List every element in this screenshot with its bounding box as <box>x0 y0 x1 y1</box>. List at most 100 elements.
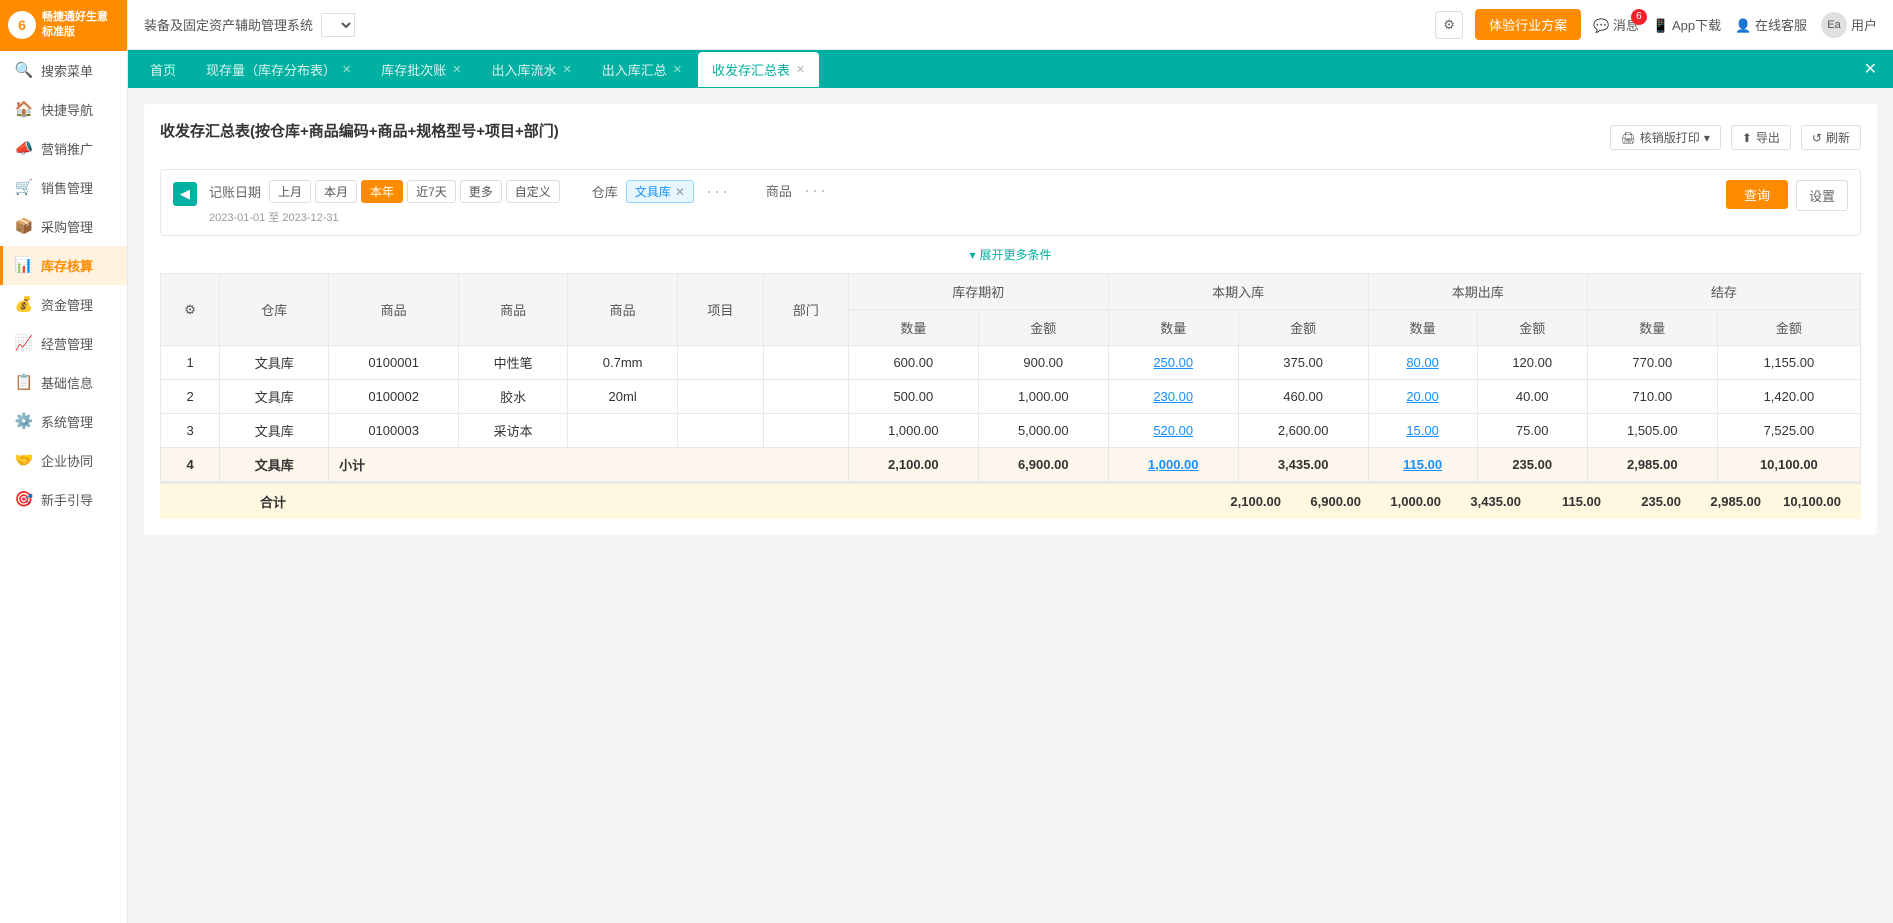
subtotal-in-qty-link[interactable]: 1,000.00 <box>1148 457 1199 472</box>
logo-text: 畅捷通好生意 标准版 <box>42 10 108 41</box>
sidebar-item-basics[interactable]: 📋 基础信息 <box>0 363 127 402</box>
tab-in-out-summary[interactable]: 出入库汇总✕ <box>588 52 696 87</box>
cell-project <box>678 414 763 448</box>
product-more-icon[interactable]: ··· <box>800 180 832 201</box>
marketing-icon: 📣 <box>15 139 33 157</box>
warehouse-tag-close-icon[interactable]: ✕ <box>675 185 685 199</box>
in-qty-link[interactable]: 230.00 <box>1153 389 1193 404</box>
tab-close-icon[interactable]: ✕ <box>342 63 351 76</box>
cell-seq: 1 <box>161 346 220 380</box>
filter-settings-btn[interactable]: 设置 <box>1796 180 1848 211</box>
sidebar-item-marketing[interactable]: 📣营销推广 <box>0 129 127 168</box>
out-qty-link[interactable]: 80.00 <box>1406 355 1439 370</box>
sidebar-item-quick-nav[interactable]: 🏠 快捷导航 <box>0 90 127 129</box>
date-option-本年[interactable]: 本年 <box>361 180 403 203</box>
sidebar-item-purchase[interactable]: 📦采购管理 <box>0 207 127 246</box>
message-count: 6 <box>1631 9 1647 25</box>
sidebar-item-operations[interactable]: 📈经营管理 <box>0 324 127 363</box>
sidebar-label: 系统管理 <box>41 412 93 431</box>
expand-more-btn[interactable]: ▾ 展开更多条件 <box>969 246 1051 263</box>
refresh-btn[interactable]: ↺ 刷新 <box>1801 125 1861 150</box>
warehouse-label: 仓库 <box>592 182 618 201</box>
cell-out-qty: 20.00 <box>1368 380 1477 414</box>
cell-product-spec: 20ml <box>568 380 678 414</box>
warehouse-filter: 仓库 文具库 ✕ ··· <box>592 180 734 203</box>
tab-close-icon[interactable]: ✕ <box>673 63 682 76</box>
in-qty-link[interactable]: 250.00 <box>1153 355 1193 370</box>
quick-nav-icon: 🏠 <box>15 100 33 118</box>
footer-out-amt: 235.00 <box>1611 494 1691 509</box>
tab-in-out-flow[interactable]: 出入库流水 ✕ <box>477 52 585 87</box>
table-row: 2 文具库 0100002 胶水 20ml 500.00 1,000.00 23… <box>161 380 1861 414</box>
tabbar-close-icon[interactable]: ✕ <box>1856 55 1885 83</box>
tab-label: 出入库流水 <box>491 60 556 79</box>
sidebar-item-sales[interactable]: 🛒销售管理 <box>0 168 127 207</box>
print-btn[interactable]: 🖨 核销版打印 ▾ <box>1610 125 1721 150</box>
experience-btn[interactable]: 体验行业方案 <box>1475 9 1581 40</box>
col-settings-header[interactable]: ⚙ <box>161 274 220 346</box>
filter-toggle-btn[interactable]: ◀ <box>173 182 197 206</box>
subtotal-out-qty-link[interactable]: 115.00 <box>1403 457 1442 472</box>
sidebar-item-search[interactable]: 🔍搜索菜单 <box>0 51 127 90</box>
topbar-gear-icon[interactable]: ⚙ <box>1435 11 1463 39</box>
cell-balance-amt: 7,525.00 <box>1717 414 1860 448</box>
message-badge-container[interactable]: 💬 6 消息 <box>1593 15 1639 34</box>
newbie-icon: 🎯 <box>15 490 33 508</box>
date-option-近7天[interactable]: 近7天 <box>407 180 456 203</box>
sidebar-item-finance[interactable]: 💰资金管理 <box>0 285 127 324</box>
tab-recv-send-summary[interactable]: 收发存汇总表✕ <box>698 52 819 87</box>
export-btn[interactable]: ⬆ 导出 <box>1731 125 1791 150</box>
cell-in-amt: 2,600.00 <box>1238 414 1368 448</box>
query-btn[interactable]: 查询 <box>1726 180 1788 209</box>
basics-icon: 📋 <box>15 373 33 391</box>
cell-in-amt: 375.00 <box>1238 346 1368 380</box>
warehouse-more-icon[interactable]: ··· <box>702 181 734 202</box>
out-qty-link[interactable]: 20.00 <box>1406 389 1439 404</box>
tab-close-icon[interactable]: ✕ <box>796 63 805 76</box>
date-option-更多[interactable]: 更多 <box>460 180 502 203</box>
tab-batch-ledger[interactable]: 库存批次账✕ <box>367 52 475 87</box>
sidebar-label: 快捷导航 <box>41 100 93 119</box>
topbar: 装备及固定资产辅助管理系统 ⚙ 体验行业方案 💬 6 消息 📱 App下载 👤 … <box>128 0 1893 50</box>
sidebar-label: 库存核算 <box>41 256 93 275</box>
print-chevron-icon: ▾ <box>1704 131 1710 145</box>
system-title: 装备及固定资产辅助管理系统 <box>144 15 313 34</box>
date-option-自定义[interactable]: 自定义 <box>506 180 560 203</box>
cell-department <box>763 414 848 448</box>
tab-close-icon[interactable]: ✕ <box>452 63 461 76</box>
filter-action-buttons: 查询 设置 <box>1726 180 1848 211</box>
finance-icon: 💰 <box>15 295 33 313</box>
footer-opening-amt: 6,900.00 <box>1291 494 1371 509</box>
sidebar-label: 基础信息 <box>41 373 93 392</box>
col-out-header: 本期出库 <box>1368 274 1587 310</box>
col-project-header: 项目 <box>678 274 763 346</box>
cell-out-qty: 80.00 <box>1368 346 1477 380</box>
system-title-select[interactable] <box>321 13 355 37</box>
in-qty-link[interactable]: 520.00 <box>1153 423 1193 438</box>
table-footer: 合计 2,100.00 6,900.00 1,000.00 3,435.00 1… <box>160 482 1861 519</box>
sidebar-item-newbie[interactable]: 🎯新手引导 <box>0 480 127 519</box>
page-card: 收发存汇总表(按仓库+商品编码+商品+规格型号+项目+部门) 🖨 核销版打印 ▾… <box>144 104 1877 535</box>
footer-in-qty: 1,000.00 <box>1371 494 1451 509</box>
date-option-上月[interactable]: 上月 <box>269 180 311 203</box>
warehouse-tag[interactable]: 文具库 ✕ <box>626 180 694 203</box>
sidebar-label: 搜索菜单 <box>41 61 93 80</box>
cell-department <box>763 380 848 414</box>
tab-home[interactable]: 首页 <box>136 52 190 87</box>
out-qty-link[interactable]: 15.00 <box>1406 423 1439 438</box>
sidebar-item-inventory[interactable]: 📊库存核算 <box>0 246 127 285</box>
cell-balance-qty: 710.00 <box>1587 380 1717 414</box>
online-service-btn[interactable]: 👤 在线客服 <box>1735 15 1807 34</box>
app-download-btn[interactable]: 📱 App下载 <box>1653 15 1721 34</box>
footer-balance-qty: 2,985.00 <box>1691 494 1771 509</box>
sidebar-item-system[interactable]: ⚙️系统管理 <box>0 402 127 441</box>
user-menu[interactable]: Ea 用户 <box>1821 12 1877 38</box>
tab-inventory-dist[interactable]: 现存量（库存分布表）✕ <box>192 52 365 87</box>
tab-close-icon[interactable]: ✕ <box>563 63 572 76</box>
sidebar-item-enterprise[interactable]: 🤝企业协同 <box>0 441 127 480</box>
cell-warehouse: 文具库 <box>220 414 329 448</box>
cell-product-code: 0100001 <box>329 346 459 380</box>
date-option-本月[interactable]: 本月 <box>315 180 357 203</box>
cell-in-amt: 460.00 <box>1238 380 1368 414</box>
cell-department <box>763 346 848 380</box>
